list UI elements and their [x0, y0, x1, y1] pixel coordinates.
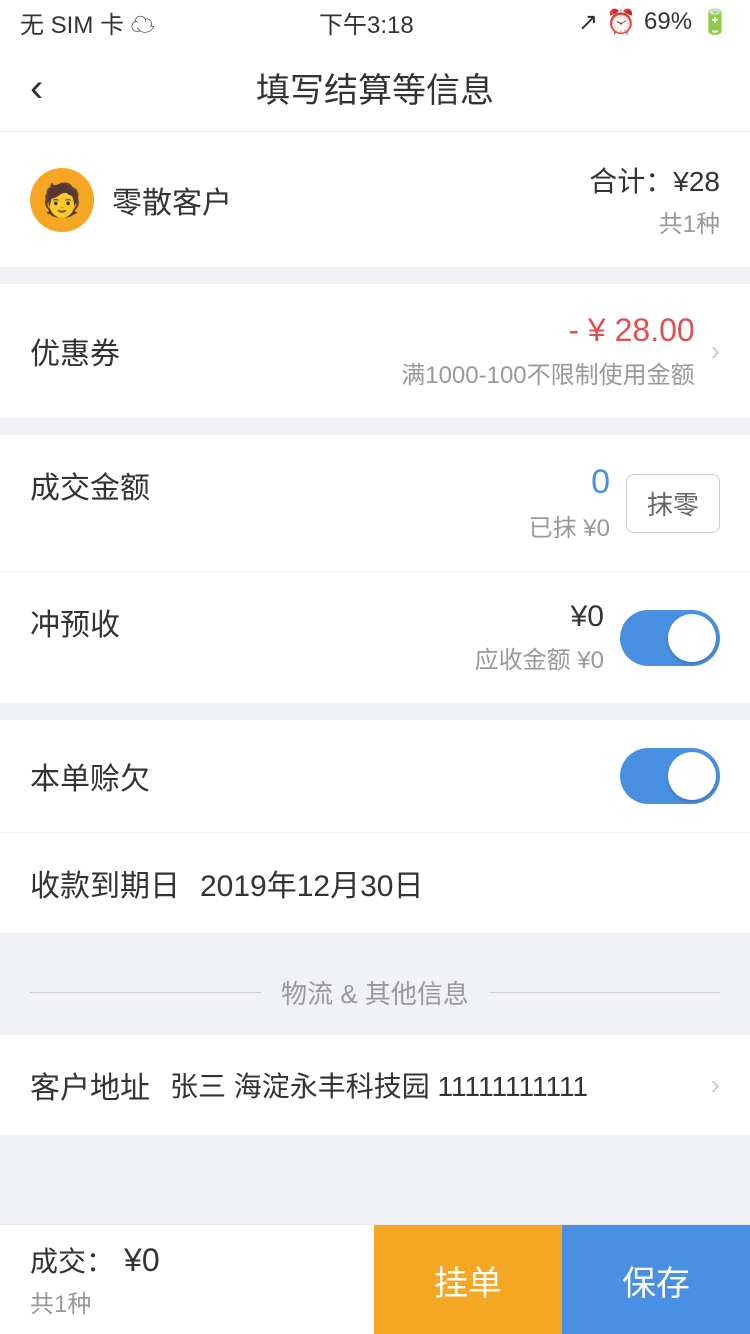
total-count: 共1种 [589, 204, 720, 239]
avatar-icon: 🧑 [42, 181, 82, 219]
credit-label: 本单赊欠 [30, 754, 150, 798]
address-chevron: › [711, 1069, 720, 1101]
no-sim-label: 无 SIM 卡 ☁ [20, 5, 155, 40]
customer-total: 合计：¥28 共1种 [589, 160, 720, 239]
credit-row: 本单赊欠 [0, 720, 750, 833]
page-title: 填写结算等信息 [256, 63, 494, 112]
round-zero-button[interactable]: 抹零 [626, 474, 720, 533]
logistics-line-left [30, 992, 261, 993]
deal-amount-value[interactable]: 0 [529, 463, 610, 502]
due-date-row: 收款到期日 2019年12月30日 [0, 833, 750, 934]
bottom-info: 成交： ¥0 共1种 [0, 1225, 374, 1334]
address-row[interactable]: 客户地址 张三 海淀永丰科技园 11111111111 › [0, 1035, 750, 1136]
coupon-label: 优惠券 [30, 329, 120, 373]
coupon-row[interactable]: 优惠券 - ¥ 28.00 满1000-100不限制使用金额 › [0, 284, 750, 419]
logistics-label: 物流 & 其他信息 [281, 974, 469, 1011]
save-button[interactable]: 保存 [562, 1225, 750, 1334]
deal-amount-row: 成交金额 0 已抹 ¥0 抹零 [0, 435, 750, 572]
status-bar: 无 SIM 卡 ☁ 下午3:18 ↗ ⏰ 69% 🔋 [0, 0, 750, 44]
prepayment-row: 冲预收 ¥0 应收金额 ¥0 [0, 572, 750, 704]
coupon-discount: - ¥ 28.00 [401, 312, 694, 349]
content-area: 🧑 零散客户 合计：¥28 共1种 优惠券 - ¥ 28.00 满1000-10… [0, 132, 750, 1272]
customer-left: 🧑 零散客户 [30, 168, 232, 232]
back-button[interactable]: ‹ [30, 68, 43, 108]
credit-toggle[interactable] [620, 748, 720, 804]
toggle-knob [668, 614, 716, 662]
coupon-chevron: › [711, 335, 720, 367]
prepayment-toggle[interactable] [620, 610, 720, 666]
prepayment-right: ¥0 应收金额 ¥0 [475, 600, 720, 675]
bottom-deal-label: 成交： [30, 1240, 114, 1280]
coupon-sub: 满1000-100不限制使用金额 [401, 355, 694, 390]
deal-amount-right: 0 已抹 ¥0 抹零 [529, 463, 720, 543]
battery-icon: 🔋 [700, 8, 730, 37]
address-section[interactable]: 客户地址 张三 海淀永丰科技园 11111111111 › [0, 1035, 750, 1136]
bottom-deal: 成交： ¥0 [30, 1240, 344, 1280]
total-amount: 合计：¥28 [589, 160, 720, 200]
customer-section: 🧑 零散客户 合计：¥28 共1种 [0, 132, 750, 268]
hold-button[interactable]: 挂单 [374, 1225, 562, 1334]
due-date-label: 收款到期日 [30, 861, 180, 905]
due-date-value[interactable]: 2019年12月30日 [200, 861, 423, 905]
status-right: ↗ ⏰ 69% 🔋 [578, 8, 730, 37]
coupon-section[interactable]: 优惠券 - ¥ 28.00 满1000-100不限制使用金额 › [0, 284, 750, 419]
status-left: 无 SIM 卡 ☁ [20, 5, 155, 40]
status-time: 下午3:18 [319, 5, 414, 40]
prepayment-label: 冲预收 [30, 600, 120, 644]
logistics-line-right [489, 992, 720, 993]
address-label: 客户地址 [30, 1063, 150, 1107]
credit-toggle-knob [668, 752, 716, 800]
location-icon: ↗ [578, 8, 598, 37]
avatar: 🧑 [30, 168, 94, 232]
prepayment-value: ¥0 [475, 600, 604, 634]
deal-prepayment-section: 成交金额 0 已抹 ¥0 抹零 冲预收 ¥0 应收金额 ¥0 [0, 435, 750, 704]
customer-name: 零散客户 [112, 178, 232, 222]
bottom-deal-amount: ¥0 [124, 1242, 160, 1279]
prepayment-sub: 应收金额 ¥0 [475, 640, 604, 675]
coupon-right: - ¥ 28.00 满1000-100不限制使用金额 › [401, 312, 720, 390]
deal-amount-label: 成交金额 [30, 463, 150, 507]
address-value: 张三 海淀永丰科技园 11111111111 [170, 1065, 691, 1105]
bottom-bar: 成交： ¥0 共1种 挂单 保存 [0, 1224, 750, 1334]
credit-section: 本单赊欠 收款到期日 2019年12月30日 [0, 720, 750, 934]
nav-bar: ‹ 填写结算等信息 [0, 44, 750, 132]
alarm-icon: ⏰ [606, 8, 636, 37]
deal-amount-sub: 已抹 ¥0 [529, 508, 610, 543]
logistics-header: 物流 & 其他信息 [0, 950, 750, 1035]
battery-label: 69% [644, 8, 692, 36]
bottom-deal-count: 共1种 [30, 1284, 344, 1319]
customer-row: 🧑 零散客户 合计：¥28 共1种 [0, 132, 750, 268]
